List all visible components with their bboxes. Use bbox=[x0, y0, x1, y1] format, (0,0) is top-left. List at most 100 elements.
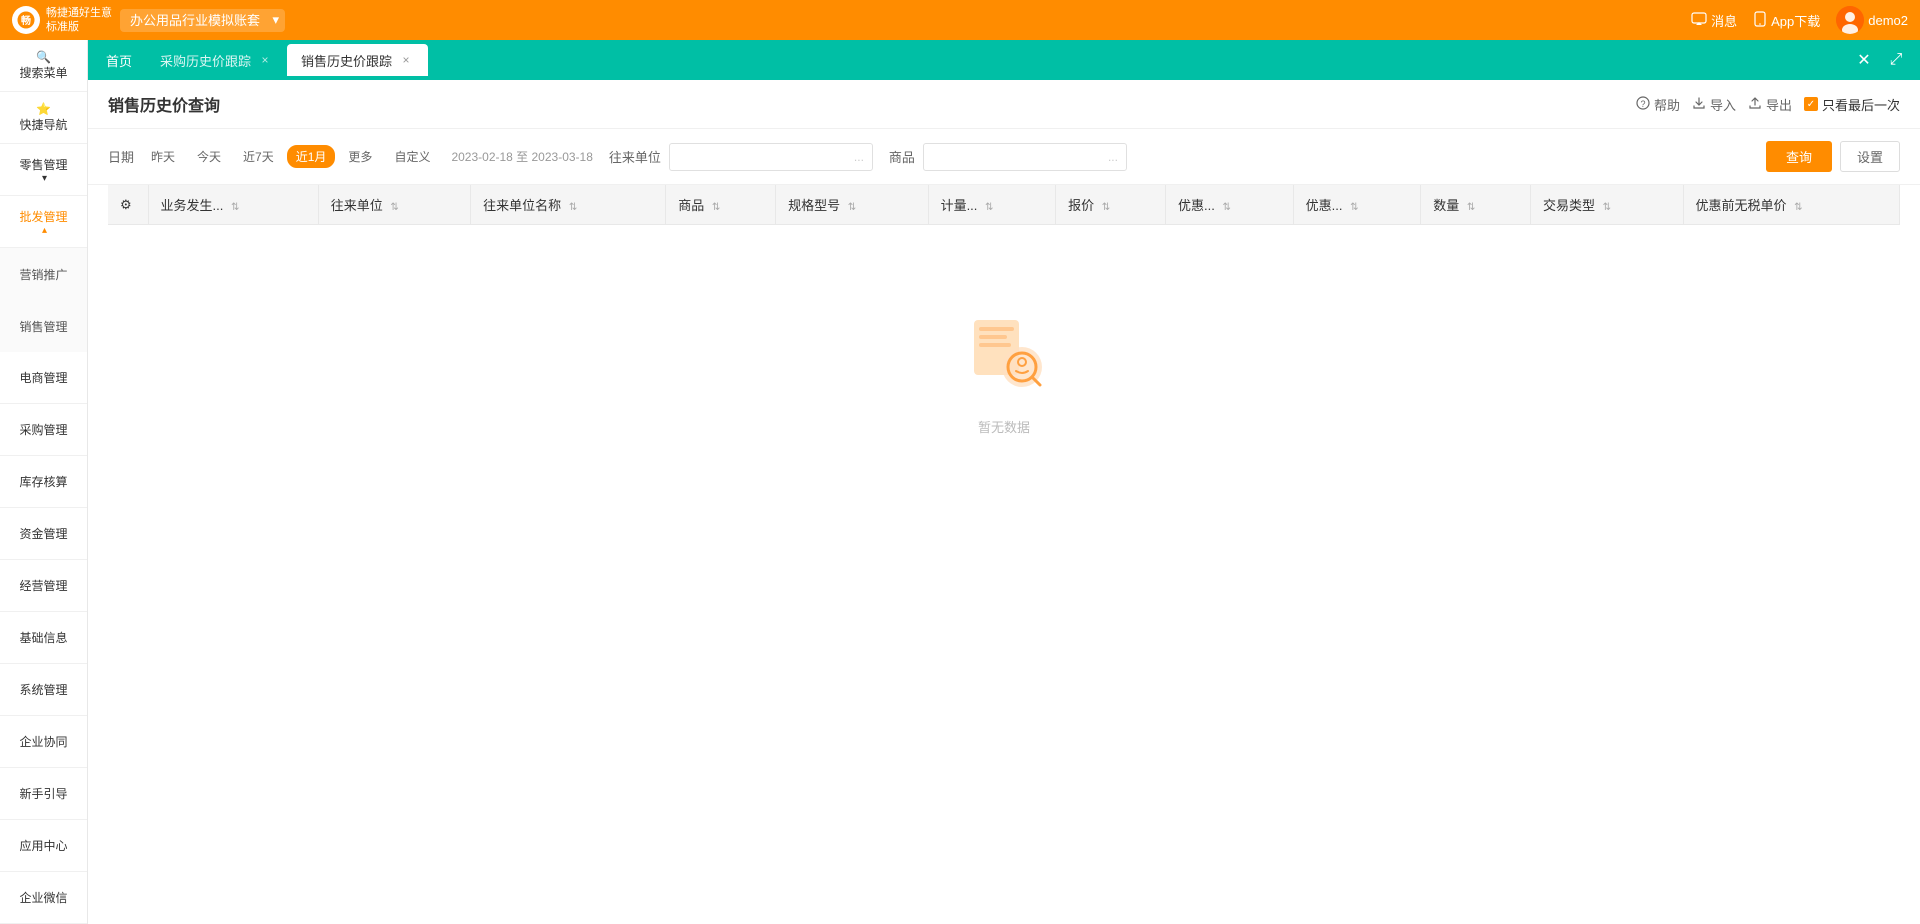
sidebar-item-sales-mgmt[interactable]: 销售管理 bbox=[0, 300, 87, 352]
th-pretax-price[interactable]: 优惠前无税单价 ⇅ bbox=[1683, 185, 1900, 225]
sidebar-item-basic-info[interactable]: 基础信息 bbox=[0, 612, 87, 664]
logo-text: 畅捷通好生意 标准版 bbox=[46, 6, 112, 35]
date-btn-more[interactable]: 更多 bbox=[339, 145, 381, 168]
star-icon: ⭐ bbox=[36, 102, 51, 116]
content-area: 首页 采购历史价跟踪 × 销售历史价跟踪 × ✕ ⤢ 销售历史价查询 bbox=[88, 40, 1920, 924]
help-button[interactable]: ? 帮助 bbox=[1636, 95, 1680, 114]
goods-input[interactable] bbox=[932, 149, 1108, 164]
sort-icon-partner-name: ⇅ bbox=[569, 202, 577, 213]
sort-icon-quantity: ⇅ bbox=[1467, 202, 1475, 213]
th-goods[interactable]: 商品 ⇅ bbox=[666, 185, 776, 225]
message-label: 消息 bbox=[1711, 11, 1737, 30]
sidebar-item-operations[interactable]: 经营管理 bbox=[0, 560, 87, 612]
query-button[interactable]: 查询 bbox=[1766, 141, 1832, 172]
app-download-label: App下载 bbox=[1771, 11, 1820, 30]
empty-state: 暂无数据 bbox=[108, 225, 1900, 516]
sidebar-item-system[interactable]: 系统管理 bbox=[0, 664, 87, 716]
top-header: 畅 畅捷通好生意 标准版 办公用品行业模拟账套 消息 bbox=[0, 0, 1920, 40]
sidebar-label-app: 应用中心 bbox=[19, 837, 67, 854]
table-header-row: ⚙ 业务发生... ⇅ 往来单位 ⇅ 往来单位名称 bbox=[108, 185, 1900, 225]
sidebar-label-purchase: 采购管理 bbox=[19, 421, 67, 438]
tab-sales-history[interactable]: 销售历史价跟踪 × bbox=[287, 44, 428, 76]
sidebar-label-guide: 新手引导 bbox=[19, 785, 67, 802]
tab-home[interactable]: 首页 bbox=[92, 44, 146, 76]
th-settings[interactable]: ⚙ bbox=[108, 185, 148, 225]
th-spec[interactable]: 规格型号 ⇅ bbox=[776, 185, 928, 225]
sort-icon-goods: ⇅ bbox=[712, 202, 720, 213]
date-btn-today[interactable]: 今天 bbox=[188, 145, 230, 168]
th-unit[interactable]: 计量... ⇅ bbox=[928, 185, 1056, 225]
sidebar-item-marketing[interactable]: 营销推广 bbox=[0, 248, 87, 300]
sidebar-item-inventory[interactable]: 库存核算 bbox=[0, 456, 87, 508]
tab-purchase-history[interactable]: 采购历史价跟踪 × bbox=[146, 44, 287, 76]
sort-icon-quoted: ⇅ bbox=[1102, 202, 1110, 213]
sidebar: 🔍 搜索菜单 ⭐ 快捷导航 零售管理 批发管理 营销推广 销售管理 电商管理 采… bbox=[0, 40, 88, 924]
app-download-button[interactable]: App下载 bbox=[1753, 11, 1820, 30]
partner-input-wrap[interactable]: ... bbox=[669, 143, 873, 171]
page-title-bar: 销售历史价查询 ? 帮助 bbox=[88, 80, 1920, 129]
help-label: 帮助 bbox=[1654, 95, 1680, 114]
tab-home-label: 首页 bbox=[106, 51, 132, 70]
th-trade-type[interactable]: 交易类型 ⇅ bbox=[1531, 185, 1683, 225]
company-selector[interactable]: 办公用品行业模拟账套 bbox=[120, 9, 285, 32]
logo-area: 畅 畅捷通好生意 标准版 bbox=[12, 6, 112, 35]
settings-icon: ⚙ bbox=[120, 197, 132, 212]
export-button[interactable]: 导出 bbox=[1748, 95, 1792, 114]
sidebar-label-inventory: 库存核算 bbox=[19, 473, 67, 490]
date-btn-custom[interactable]: 自定义 bbox=[385, 145, 439, 168]
sidebar-label-enterprise: 企业协同 bbox=[19, 733, 67, 750]
sort-icon-partner: ⇅ bbox=[390, 202, 398, 213]
page-content: 销售历史价查询 ? 帮助 bbox=[88, 80, 1920, 924]
th-partner-code[interactable]: 往来单位 ⇅ bbox=[318, 185, 470, 225]
th-quoted-price[interactable]: 报价 ⇅ bbox=[1056, 185, 1166, 225]
sidebar-item-app-center[interactable]: 应用中心 bbox=[0, 820, 87, 872]
table-wrap: ⚙ 业务发生... ⇅ 往来单位 ⇅ 往来单位名称 bbox=[88, 185, 1920, 516]
th-biz-date[interactable]: 业务发生... ⇅ bbox=[148, 185, 318, 225]
only-last-checkbox-wrap[interactable]: ✓ 只看最后一次 bbox=[1804, 95, 1900, 114]
setting-button[interactable]: 设置 bbox=[1840, 141, 1900, 172]
th-partner-name[interactable]: 往来单位名称 ⇅ bbox=[471, 185, 666, 225]
sidebar-item-wholesale[interactable]: 批发管理 bbox=[0, 196, 87, 248]
sidebar-sub-wholesale: 营销推广 销售管理 bbox=[0, 248, 87, 352]
sidebar-item-search-menu[interactable]: 🔍 搜索菜单 bbox=[0, 40, 87, 92]
sidebar-item-purchase[interactable]: 采购管理 bbox=[0, 404, 87, 456]
import-icon bbox=[1692, 96, 1706, 113]
company-selector-wrap[interactable]: 办公用品行业模拟账套 bbox=[120, 9, 285, 32]
th-quantity[interactable]: 数量 ⇅ bbox=[1421, 185, 1531, 225]
sidebar-item-wechat[interactable]: 企业微信 bbox=[0, 872, 87, 924]
partner-input-dots[interactable]: ... bbox=[854, 150, 864, 164]
date-btn-1month[interactable]: 近1月 bbox=[287, 145, 336, 168]
user-area[interactable]: demo2 bbox=[1836, 6, 1908, 34]
sidebar-item-guide[interactable]: 新手引导 bbox=[0, 768, 87, 820]
sidebar-label-wechat: 企业微信 bbox=[19, 889, 67, 906]
th-discount1[interactable]: 优惠... ⇅ bbox=[1166, 185, 1294, 225]
close-all-tabs-button[interactable]: ✕ bbox=[1852, 48, 1876, 72]
sort-icon-pretax: ⇅ bbox=[1794, 202, 1802, 213]
message-button[interactable]: 消息 bbox=[1691, 11, 1737, 30]
sidebar-item-quick-nav[interactable]: ⭐ 快捷导航 bbox=[0, 92, 87, 144]
sidebar-label-wholesale: 批发管理 bbox=[19, 208, 67, 225]
sidebar-item-retail[interactable]: 零售管理 bbox=[0, 144, 87, 196]
sort-icon-unit: ⇅ bbox=[985, 202, 993, 213]
sidebar-label-system: 系统管理 bbox=[19, 681, 67, 698]
import-button[interactable]: 导入 bbox=[1692, 95, 1736, 114]
goods-input-wrap[interactable]: ... bbox=[923, 143, 1127, 171]
tab-purchase-close[interactable]: × bbox=[257, 52, 273, 68]
import-label: 导入 bbox=[1710, 95, 1736, 114]
tab-purchase-label: 采购历史价跟踪 bbox=[160, 51, 251, 70]
tab-sales-close[interactable]: × bbox=[398, 52, 414, 68]
main-layout: 🔍 搜索菜单 ⭐ 快捷导航 零售管理 批发管理 营销推广 销售管理 电商管理 采… bbox=[0, 40, 1920, 924]
date-btn-7days[interactable]: 近7天 bbox=[234, 145, 283, 168]
date-btn-yesterday[interactable]: 昨天 bbox=[142, 145, 184, 168]
th-discount2[interactable]: 优惠... ⇅ bbox=[1293, 185, 1421, 225]
sidebar-item-finance[interactable]: 资金管理 bbox=[0, 508, 87, 560]
partner-input[interactable] bbox=[678, 149, 854, 164]
tab-bar: 首页 采购历史价跟踪 × 销售历史价跟踪 × ✕ ⤢ bbox=[88, 40, 1920, 80]
sidebar-item-ecommerce[interactable]: 电商管理 bbox=[0, 352, 87, 404]
header-left: 畅 畅捷通好生意 标准版 办公用品行业模拟账套 bbox=[12, 6, 285, 35]
export-icon bbox=[1748, 96, 1762, 113]
maximize-button[interactable]: ⤢ bbox=[1884, 48, 1908, 72]
checkbox-only-last[interactable]: ✓ bbox=[1804, 97, 1818, 111]
goods-input-dots[interactable]: ... bbox=[1108, 150, 1118, 164]
sidebar-item-enterprise[interactable]: 企业协同 bbox=[0, 716, 87, 768]
